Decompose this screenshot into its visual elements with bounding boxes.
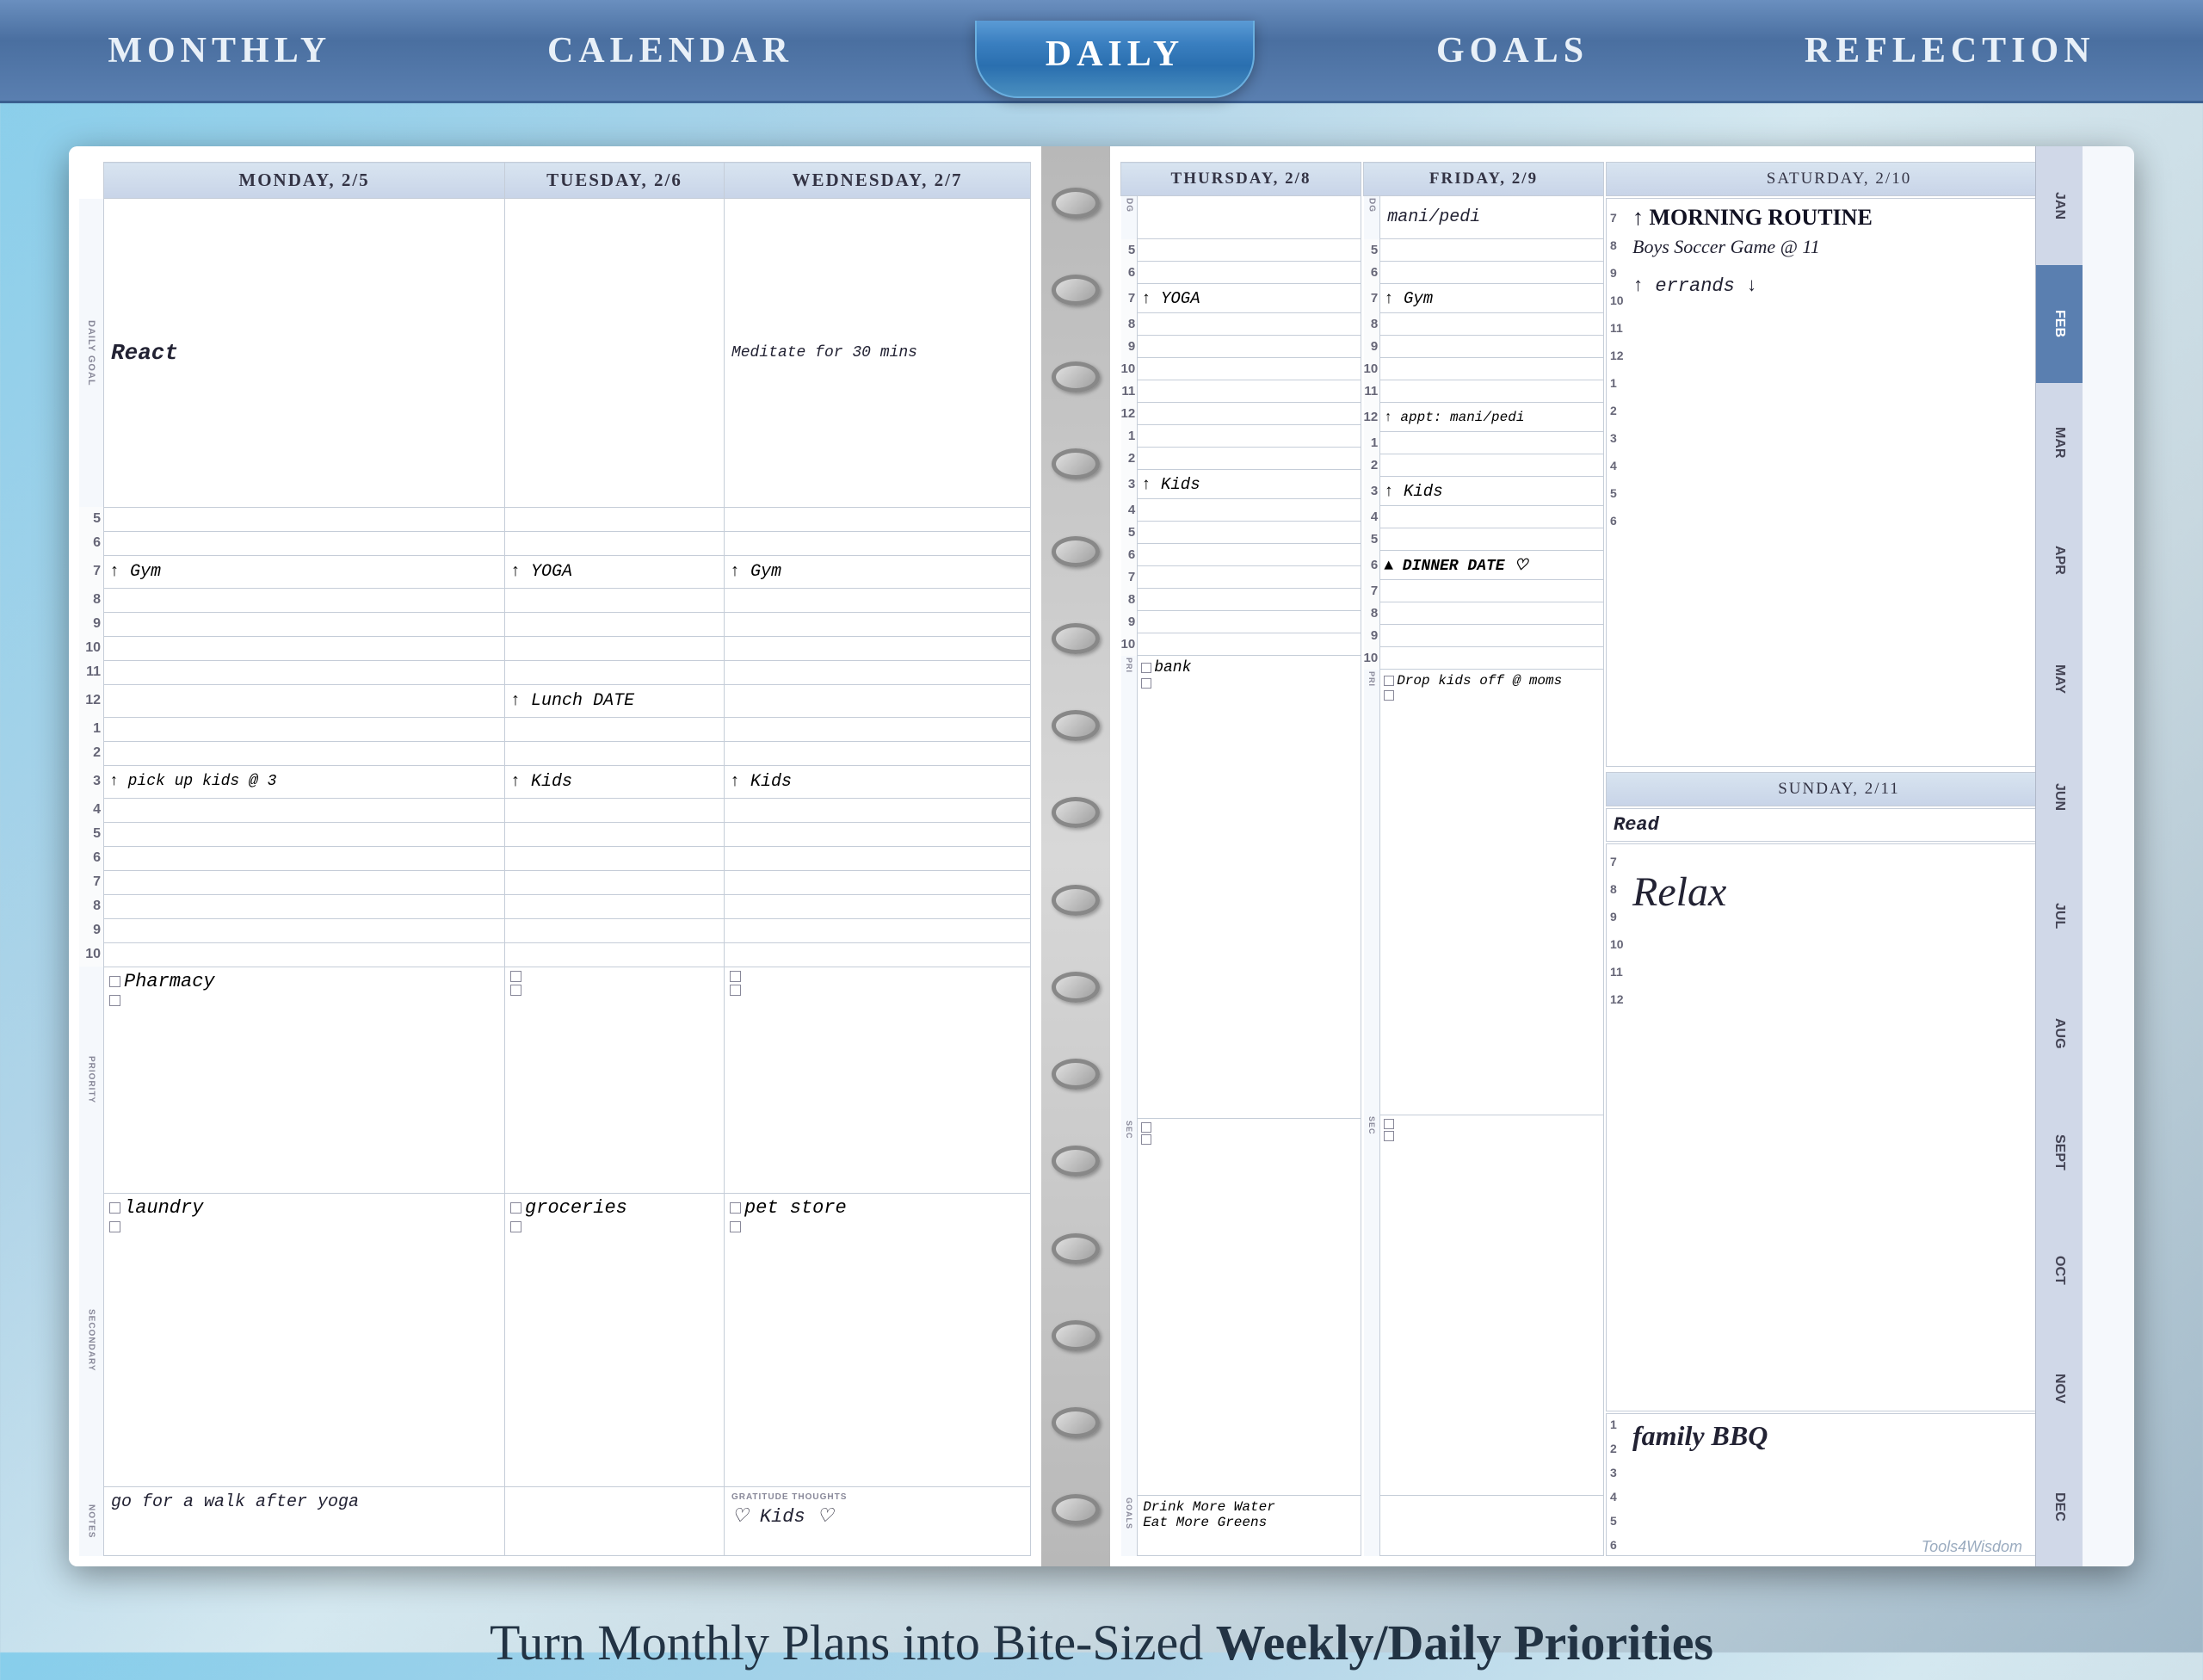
watermark: Tools4Wisdom	[1922, 1538, 2022, 1556]
friday-dinner-date: ▲ DINNER DATE ♡	[1380, 551, 1604, 580]
friday-table: FRIDAY, 2/9 DGmani/pedi 5 6 7↑ Gym 8 9 1…	[1363, 162, 1604, 1556]
monday-3: ↑ pick up kids @ 3	[104, 765, 505, 798]
month-tab-apr[interactable]: APR	[2035, 502, 2083, 621]
thursday-goals: Drink More WaterEat More Greens	[1138, 1496, 1361, 1556]
spiral-binding	[1041, 146, 1110, 1566]
right-page: THURSDAY, 2/8 DG 5 6 7↑ YOGA 8 9 10 11 1…	[1110, 146, 2083, 1566]
tagline-normal: Turn Monthly Plans into Bite-Sized	[490, 1615, 1216, 1671]
month-tab-may[interactable]: MAY	[2035, 620, 2083, 738]
nav-monthly[interactable]: MONTHLY	[73, 22, 366, 80]
month-tabs: JAN FEB MAR APR MAY JUN JUL AUG SEPT OCT…	[2035, 146, 2083, 1566]
tuesday-secondary: groceries	[505, 1194, 725, 1487]
spiral-ring	[1052, 623, 1100, 654]
morning-routine-text: ↑ MORNING ROUTINE	[1632, 206, 2063, 231]
month-tab-nov[interactable]: NOV	[2035, 1330, 2083, 1448]
monday-7: ↑ Gym	[104, 555, 505, 588]
tagline-bold: Weekly/Daily Priorities	[1216, 1615, 1713, 1671]
month-tab-jun[interactable]: JUN	[2035, 738, 2083, 857]
tuesday-3: ↑ Kids	[505, 765, 725, 798]
tuesday-goal	[505, 199, 725, 508]
monday-secondary: laundry	[104, 1194, 505, 1487]
month-tab-jul[interactable]: JUL	[2035, 856, 2083, 975]
nav-calendar[interactable]: CALENDAR	[513, 22, 828, 80]
spiral-ring	[1052, 361, 1100, 392]
saturday-content: 7 8 9 10 11 12 1 2 3 4 5 6 ↑ MORNI	[1606, 198, 2072, 767]
planner-book: MONDAY, 2/5 TUESDAY, 2/6 WEDNESDAY, 2/7 …	[69, 146, 2134, 1566]
spiral-ring	[1052, 448, 1100, 479]
nav-reflection[interactable]: REFLECTION	[1770, 22, 2130, 80]
monday-goal: React	[104, 199, 505, 508]
errands-text: ↑ errands ↓	[1632, 275, 2063, 297]
tuesday-12: ↑ Lunch DATE	[505, 684, 725, 717]
navigation-bar: MONTHLY CALENDAR DAILY GOALS REFLECTION	[0, 0, 2203, 103]
relax-text: Relax	[1632, 868, 2063, 916]
right-top-section: THURSDAY, 2/8 DG 5 6 7↑ YOGA 8 9 10 11 1…	[1120, 162, 2072, 1556]
thursday-table: THURSDAY, 2/8 DG 5 6 7↑ YOGA 8 9 10 11 1…	[1120, 162, 1361, 1556]
sunday-header: SUNDAY, 2/11	[1606, 772, 2072, 806]
family-bbq-text: family BBQ	[1632, 1421, 2063, 1451]
sunday-content: 7 8 9 10 11 12 Relax	[1606, 843, 2072, 1412]
wednesday-goal: Meditate for 30 mins	[724, 199, 1030, 508]
spiral-ring	[1052, 885, 1100, 916]
wednesday-7: ↑ Gym	[724, 555, 1030, 588]
secondary-label: SECONDARY	[79, 1194, 104, 1487]
spiral-ring	[1052, 1494, 1100, 1525]
wednesday-3: ↑ Kids	[724, 765, 1030, 798]
spiral-ring	[1052, 1146, 1100, 1177]
wednesday-secondary: pet store	[724, 1194, 1030, 1487]
sunday-goal: Read	[1606, 808, 2072, 842]
tuesday-header: TUESDAY, 2/6	[505, 163, 725, 199]
priority-label: PRIORITY	[79, 967, 104, 1194]
monday-notes: go for a walk after yoga	[104, 1487, 505, 1556]
weekend-column: SATURDAY, 2/10 7 8 9 10 11 12 1 2 3 4	[1606, 162, 2072, 1556]
main-content: MONDAY, 2/5 TUESDAY, 2/6 WEDNESDAY, 2/7 …	[0, 103, 2203, 1680]
month-tab-dec[interactable]: DEC	[2035, 1448, 2083, 1567]
spiral-ring	[1052, 710, 1100, 741]
month-tab-oct[interactable]: OCT	[2035, 1212, 2083, 1331]
month-tab-sept[interactable]: SEPT	[2035, 1093, 2083, 1212]
left-planner-table: MONDAY, 2/5 TUESDAY, 2/6 WEDNESDAY, 2/7 …	[79, 162, 1031, 1556]
boys-soccer-text: Boys Soccer Game @ 11	[1632, 236, 2063, 258]
spiral-ring	[1052, 797, 1100, 828]
spiral-ring	[1052, 972, 1100, 1003]
monday-priority: Pharmacy	[104, 967, 505, 1194]
daily-goal-label: DAILY GOAL	[79, 199, 104, 508]
month-tab-feb[interactable]: FEB	[2035, 265, 2083, 384]
spiral-ring	[1052, 188, 1100, 219]
wednesday-header: WEDNESDAY, 2/7	[724, 163, 1030, 199]
saturday-header: SATURDAY, 2/10	[1606, 162, 2072, 196]
nav-daily[interactable]: DAILY	[975, 21, 1256, 98]
spiral-ring	[1052, 1407, 1100, 1438]
monday-header: MONDAY, 2/5	[104, 163, 505, 199]
friday-column: FRIDAY, 2/9 DGmani/pedi 5 6 7↑ Gym 8 9 1…	[1363, 162, 1604, 1556]
tuesday-7: ↑ YOGA	[505, 555, 725, 588]
spiral-ring	[1052, 1233, 1100, 1264]
month-tab-jan[interactable]: JAN	[2035, 146, 2083, 265]
sunday-bottom: 1 2 3 4 5 6 family BBQ	[1606, 1413, 2072, 1556]
month-tab-aug[interactable]: AUG	[2035, 975, 2083, 1094]
tagline: Turn Monthly Plans into Bite-Sized Weekl…	[52, 1592, 2151, 1680]
spiral-ring	[1052, 1059, 1100, 1090]
spiral-ring	[1052, 275, 1100, 306]
thursday-column: THURSDAY, 2/8 DG 5 6 7↑ YOGA 8 9 10 11 1…	[1120, 162, 1361, 1556]
month-tab-mar[interactable]: MAR	[2035, 383, 2083, 502]
wednesday-gratitude: GRATITUDE THOUGHTS ♡ Kids ♡	[724, 1487, 1030, 1556]
friday-header: FRIDAY, 2/9	[1364, 163, 1604, 196]
spiral-ring	[1052, 536, 1100, 567]
notes-label: NOTES	[79, 1487, 104, 1556]
nav-goals[interactable]: GOALS	[1402, 22, 1623, 80]
thursday-header: THURSDAY, 2/8	[1121, 163, 1361, 196]
spiral-ring	[1052, 1320, 1100, 1351]
left-page: MONDAY, 2/5 TUESDAY, 2/6 WEDNESDAY, 2/7 …	[69, 146, 1041, 1566]
